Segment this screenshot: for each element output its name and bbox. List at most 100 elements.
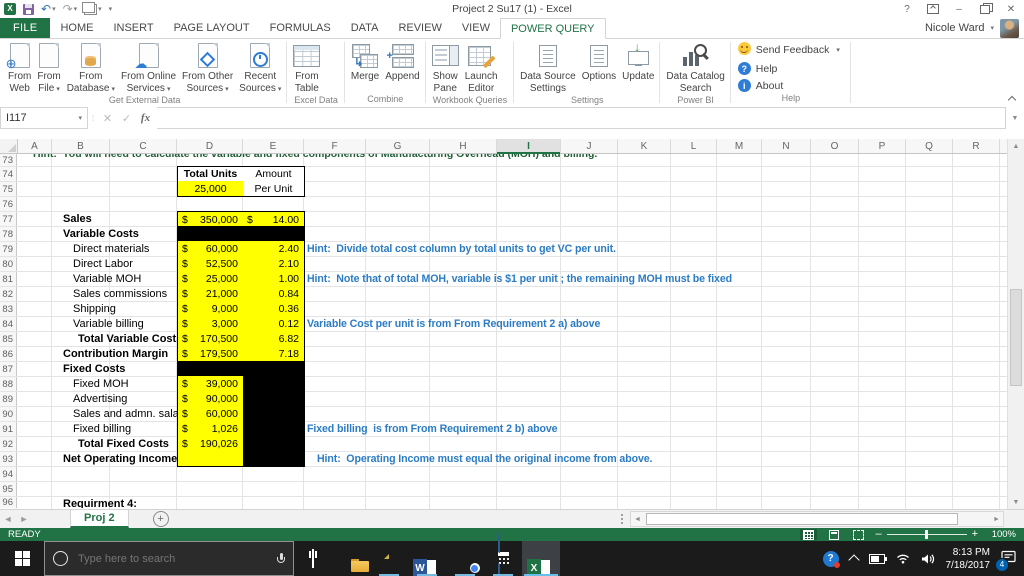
zoom-in-button[interactable]: + [972,529,978,540]
row-header-86[interactable]: 86 [0,347,17,361]
vertical-scrollbar[interactable]: ▲ ▼ [1007,139,1024,509]
page-layout-view-button[interactable] [825,529,842,540]
cell-E86[interactable]: 7.18 [243,346,305,362]
column-header-C[interactable]: C [110,139,177,153]
cell-D88[interactable]: $39,000 [177,376,244,392]
cell-D90[interactable]: $60,000 [177,406,244,422]
cell-D93[interactable] [177,451,244,467]
from-online-services-button[interactable]: ☁From Online Services▾ [118,38,179,95]
avatar[interactable] [1000,19,1019,38]
cancel-icon[interactable]: ✕ [98,112,117,125]
show-pane-button[interactable]: Show Pane [429,38,462,95]
cell-label-77[interactable]: Sales [63,212,92,226]
vertical-scrollbar-thumb[interactable] [1010,289,1022,386]
cell-E81[interactable]: 1.00 [243,271,305,287]
tab-home[interactable]: HOME [50,18,103,38]
horizontal-scrollbar-thumb[interactable] [646,513,958,525]
sheet-nav-right-icon[interactable]: ► [16,510,32,528]
cell-label-80[interactable]: Direct Labor [73,257,133,271]
cell-hint-91[interactable]: Fixed billing is from From Requirement 2… [307,422,557,437]
row-header-96[interactable]: 96 [0,497,17,508]
tab-formulas[interactable]: FORMULAS [260,18,341,38]
cell-D86[interactable]: $179,500 [177,346,244,362]
cell-E79[interactable]: 2.40 [243,241,305,257]
cell-label-91[interactable]: Fixed billing [73,422,131,436]
cell-hint-93[interactable]: Hint: Operating Income must equal the or… [317,452,652,467]
row-header-95[interactable]: 95 [0,482,17,496]
cell-label-93[interactable]: Net Operating Income [63,452,177,466]
row-header-79[interactable]: 79 [0,242,17,256]
cell-E93[interactable] [243,451,305,467]
cell-D82[interactable]: $21,000 [177,286,244,302]
column-header-F[interactable]: F [304,139,366,153]
cell-hint-79[interactable]: Hint: Divide total cost column by total … [307,242,616,257]
cell-D92[interactable]: $190,026 [177,436,244,452]
cell-E84[interactable]: 0.12 [243,316,305,332]
row-header-93[interactable]: 93 [0,452,17,466]
append-button[interactable]: +Append [382,38,422,83]
page-break-preview-button[interactable] [850,529,867,540]
column-header-O[interactable]: O [811,139,859,153]
tab-view[interactable]: VIEW [452,18,500,38]
cell-E75[interactable]: Per Unit [243,181,305,197]
cell-D77[interactable]: $350,000 [177,211,244,227]
cell-D79[interactable]: $60,000 [177,241,244,257]
zoom-out-button[interactable]: – [875,529,881,540]
cell-D74[interactable]: Total Units [177,166,244,182]
minimize-button[interactable]: – [946,0,972,18]
column-header-Q[interactable]: Q [906,139,953,153]
tab-insert[interactable]: INSERT [103,18,163,38]
microphone-icon[interactable] [277,553,285,565]
cell-label-92[interactable]: Total Fixed Costs [78,437,169,451]
column-header-P[interactable]: P [859,139,906,153]
tab-review[interactable]: REVIEW [388,18,451,38]
wifi-icon[interactable] [896,553,910,564]
taskbar-task-view-button[interactable] [294,541,332,576]
taskbar-search[interactable] [44,541,294,576]
tab-power-query[interactable]: POWER QUERY [500,18,606,39]
column-header-R[interactable]: R [953,139,1000,153]
column-header-G[interactable]: G [366,139,430,153]
tab-scrollbar-splitter[interactable] [620,513,624,525]
undo-button[interactable]: ↶▾ [41,3,56,15]
row-header-87[interactable]: 87 [0,362,17,376]
cell-label-89[interactable]: Advertising [73,392,127,406]
row-header-78[interactable]: 78 [0,227,17,241]
customize-qat-button[interactable]: ▾ [109,6,113,13]
account-area[interactable]: Nicole Ward ▾ [925,18,1024,38]
about-button[interactable]: iAbout [734,78,848,93]
data-catalog-search-button[interactable]: Data Catalog Search [663,38,727,95]
cell-label-96[interactable]: Requirment 4: [63,497,137,508]
normal-view-button[interactable] [800,529,817,540]
row-header-94[interactable]: 94 [0,467,17,481]
action-center-icon[interactable]: 4 [1001,550,1016,568]
update-button[interactable]: ↓Update [619,38,657,83]
row-header-83[interactable]: 83 [0,302,17,316]
new-sheet-button[interactable]: + [153,511,169,527]
cell-label-85[interactable]: Total Variable Costs [78,332,182,346]
scroll-right-icon[interactable]: ► [990,516,1003,523]
cell-E91[interactable] [243,421,305,437]
restore-button[interactable] [972,0,998,18]
data-source-settings-button[interactable]: Data Source Settings [517,38,579,95]
column-header-M[interactable]: M [717,139,762,153]
cell-D75[interactable]: 25,000 [177,181,244,197]
taskbar-excel-button[interactable]: X [522,541,560,576]
cell-E89[interactable] [243,391,305,407]
cell-E90[interactable] [243,406,305,422]
cell-D91[interactable]: $1,026 [177,421,244,437]
cell-D84[interactable]: $3,000 [177,316,244,332]
scroll-up-icon[interactable]: ▲ [1008,139,1024,153]
taskbar-calculator-button[interactable] [484,541,522,576]
column-header-H[interactable]: H [430,139,497,153]
row-header-74[interactable]: 74 [0,167,17,181]
cell-D81[interactable]: $25,000 [177,271,244,287]
column-header-D[interactable]: D [177,139,243,153]
row-header-73[interactable]: 73 [0,154,17,166]
row-header-85[interactable]: 85 [0,332,17,346]
row-header-84[interactable]: 84 [0,317,17,331]
row-header-89[interactable]: 89 [0,392,17,406]
scroll-down-icon[interactable]: ▼ [1008,495,1024,509]
taskbar-word-button[interactable]: W [408,541,446,576]
send-feedback-button[interactable]: Send Feedback▾ [734,41,848,59]
